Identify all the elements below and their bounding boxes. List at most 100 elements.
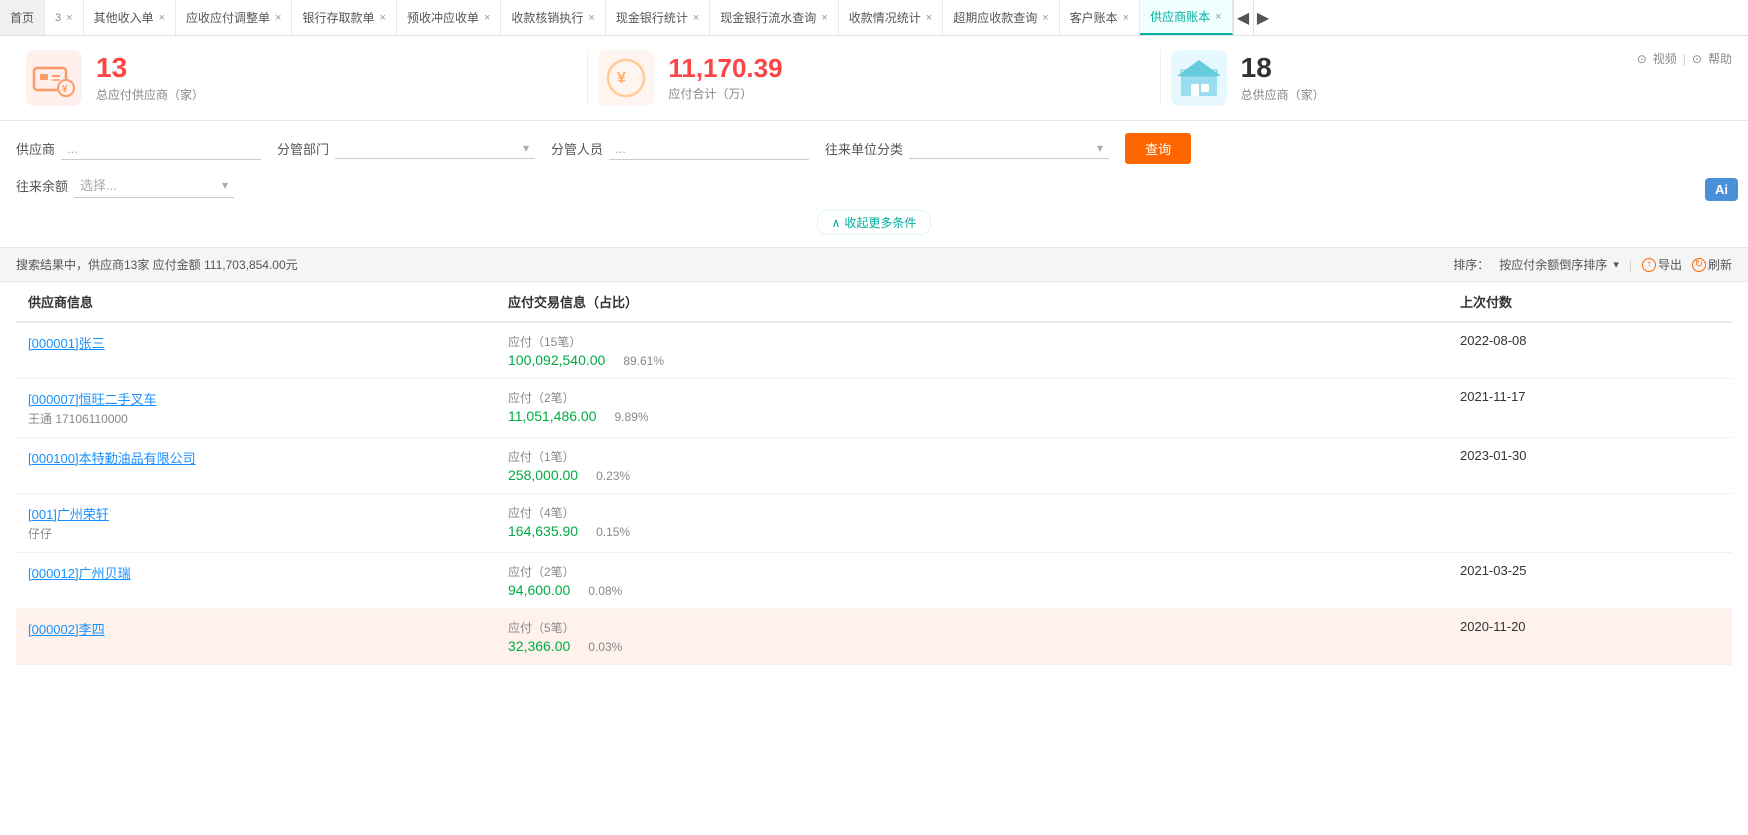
refresh-label: 刷新	[1708, 256, 1732, 273]
nav-tab-cash-flow[interactable]: 现金银行流水查询 ×	[710, 0, 838, 35]
category-select[interactable]: ▾	[909, 138, 1109, 159]
table-row: [000012]广州贝瑞 应付（2笔） 94,600.00 0.08% 2021…	[16, 553, 1732, 609]
tx-amount[interactable]: 258,000.00	[508, 467, 578, 483]
balance-select[interactable]: 选择... ▾	[74, 172, 234, 198]
tx-amount[interactable]: 164,635.90	[508, 523, 578, 539]
tx-row: 11,051,486.00 9.89%	[508, 406, 1460, 424]
card3-info: 18 总供应商（家）	[1241, 54, 1325, 103]
nav-tab-overdue[interactable]: 超期应收款查询 ×	[943, 0, 1059, 35]
tx-label: 应付（5笔）	[508, 619, 1460, 636]
nav-next-arrow[interactable]: ▶	[1253, 0, 1273, 36]
result-info-text: 搜索结果中，供应商13家 应付金额 111,703,854.00元	[16, 256, 298, 273]
supplier-cell: [001]广州荣轩 仔仔	[28, 504, 508, 542]
tx-amount[interactable]: 11,051,486.00	[508, 408, 597, 424]
supplier-input[interactable]	[61, 138, 261, 160]
table-row: [001]广州荣轩 仔仔 应付（4笔） 164,635.90 0.15%	[16, 494, 1732, 553]
close-icon[interactable]: ×	[484, 12, 490, 24]
svg-text:¥: ¥	[617, 70, 626, 87]
table-row: [000002]李四 应付（5笔） 32,366.00 0.03% 2020-1…	[16, 609, 1732, 665]
close-icon[interactable]: ×	[693, 12, 699, 24]
nav-tab-recv-stat[interactable]: 收款情况统计 ×	[839, 0, 943, 35]
balance-filter: 往来余额 选择... ▾	[16, 172, 234, 198]
tx-percent: 0.23%	[596, 469, 630, 483]
nav-tab-3[interactable]: 3 ×	[45, 0, 84, 35]
tx-percent: 0.03%	[588, 640, 622, 654]
chevron-up-icon: ∧	[832, 216, 841, 230]
tx-row: 94,600.00 0.08%	[508, 580, 1460, 598]
close-icon[interactable]: ×	[275, 12, 281, 24]
supplier-link[interactable]: [000012]广州贝瑞	[28, 563, 508, 582]
last-pay: 2020-11-20	[1460, 619, 1720, 634]
dept-label: 分管部门	[277, 139, 329, 158]
tx-percent: 0.15%	[596, 525, 630, 539]
collapse-button[interactable]: ∧ 收起更多条件	[817, 210, 932, 235]
table-wrap: 供应商信息 应付交易信息（占比） 上次付数 [000001]张三 应付（15笔）…	[0, 282, 1748, 835]
nav-tab-bank[interactable]: 银行存取款单 ×	[292, 0, 396, 35]
video-link[interactable]: 视频	[1653, 50, 1677, 67]
tx-row: 258,000.00 0.23%	[508, 465, 1460, 483]
result-actions: 排序： 按应付余额倒序排序 ▾ | ↑ 导出 ↻ 刷新	[1453, 256, 1732, 273]
supplier-link[interactable]: [000002]李四	[28, 619, 508, 638]
nav-tab-adjust[interactable]: 应收应付调整单 ×	[176, 0, 292, 35]
close-icon[interactable]: ×	[588, 12, 594, 24]
close-icon[interactable]: ×	[821, 12, 827, 24]
supplier-cell: [000002]李四	[28, 619, 508, 638]
card2-label: 应付合计（万）	[668, 85, 782, 102]
close-icon[interactable]: ×	[159, 12, 165, 24]
refresh-button[interactable]: ↻ 刷新	[1692, 256, 1732, 273]
nav-tab-customer-book[interactable]: 客户账本 ×	[1060, 0, 1140, 35]
close-icon[interactable]: ×	[926, 12, 932, 24]
close-icon[interactable]: ×	[380, 12, 386, 24]
sort-select[interactable]: 按应付余额倒序排序 ▾	[1499, 256, 1619, 273]
video-icon: ⊙	[1637, 52, 1647, 66]
tx-amount[interactable]: 100,092,540.00	[508, 352, 605, 368]
dept-filter: 分管部门 ▾	[277, 138, 535, 159]
col-header-tx: 应付交易信息（占比）	[508, 292, 1460, 311]
ai-badge[interactable]: Ai	[1705, 178, 1738, 201]
refresh-icon: ↻	[1692, 258, 1706, 272]
supplier-link[interactable]: [001]广州荣轩	[28, 504, 508, 523]
close-icon[interactable]: ×	[1123, 12, 1129, 24]
nav-prev-arrow[interactable]: ◀	[1233, 0, 1253, 36]
filter-row-2: 往来余额 选择... ▾	[16, 172, 1732, 198]
person-label: 分管人员	[551, 139, 603, 158]
tx-percent: 89.61%	[623, 354, 664, 368]
tx-label: 应付（2笔）	[508, 563, 1460, 580]
supplier-link[interactable]: [000007]恒旺二手叉车	[28, 389, 508, 408]
sort-label: 排序：	[1453, 256, 1489, 273]
close-icon[interactable]: ×	[66, 12, 72, 24]
top-right-links: ⊙ 视频 | ⊙ 帮助	[1637, 50, 1732, 67]
svg-text:¥: ¥	[62, 84, 68, 95]
table-row: [000007]恒旺二手叉车 王通 17106110000 应付（2笔） 11,…	[16, 379, 1732, 438]
query-button[interactable]: 查询	[1125, 133, 1191, 164]
last-pay: 2022-08-08	[1460, 333, 1720, 348]
nav-tab-home[interactable]: 首页	[0, 0, 45, 35]
table-body: [000001]张三 应付（15笔） 100,092,540.00 89.61%…	[16, 323, 1732, 835]
tx-amount[interactable]: 94,600.00	[508, 582, 570, 598]
nav-tab-other-income[interactable]: 其他收入单 ×	[84, 0, 176, 35]
top-nav: 首页 3 × 其他收入单 × 应收应付调整单 × 银行存取款单 × 预收冲应收单…	[0, 0, 1748, 36]
export-button[interactable]: ↑ 导出	[1642, 256, 1682, 273]
dept-select[interactable]: ▾	[335, 138, 535, 159]
nav-tab-supplier-book[interactable]: 供应商账本 ×	[1140, 0, 1232, 35]
person-input[interactable]	[609, 138, 809, 160]
supplier-link[interactable]: [000100]本特勤油品有限公司	[28, 448, 508, 467]
nav-tab-verify[interactable]: 收款核销执行 ×	[501, 0, 605, 35]
tx-amount[interactable]: 32,366.00	[508, 638, 570, 654]
help-link[interactable]: 帮助	[1708, 50, 1732, 67]
export-icon: ↑	[1642, 258, 1656, 272]
close-icon[interactable]: ×	[1042, 12, 1048, 24]
total-payable-icon: ¥	[598, 50, 654, 106]
nav-tab-cash-stat[interactable]: 现金银行统计 ×	[606, 0, 710, 35]
nav-tab-advance-recv[interactable]: 预收冲应收单 ×	[397, 0, 501, 35]
chevron-down-icon: ▾	[523, 141, 529, 155]
supplier-cell: [000012]广州贝瑞	[28, 563, 508, 582]
last-pay: 2021-03-25	[1460, 563, 1720, 578]
close-icon[interactable]: ×	[1215, 11, 1221, 23]
table-row: [000100]本特勤油品有限公司 应付（1笔） 258,000.00 0.23…	[16, 438, 1732, 494]
tx-cell: 应付（5笔） 32,366.00 0.03%	[508, 619, 1460, 654]
supplier-filter: 供应商	[16, 138, 261, 160]
supplier-link[interactable]: [000001]张三	[28, 333, 508, 352]
collapse-label: 收起更多条件	[844, 214, 916, 231]
tx-cell: 应付（4笔） 164,635.90 0.15%	[508, 504, 1460, 539]
